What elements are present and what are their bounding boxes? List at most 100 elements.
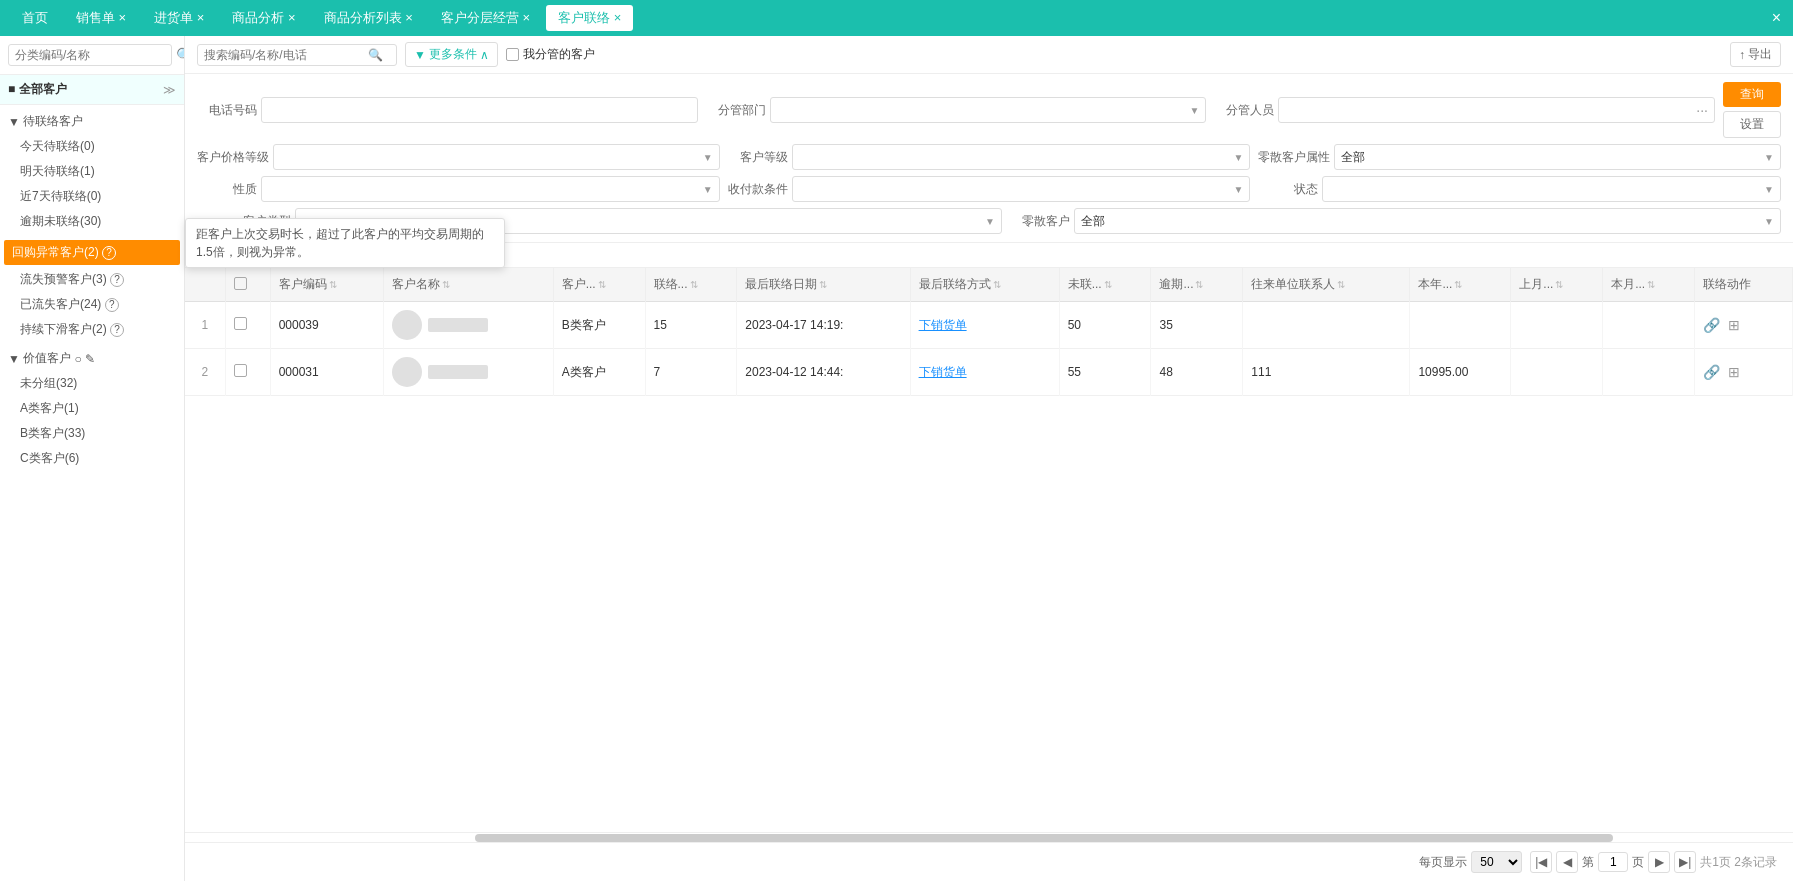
first-page-button[interactable]: |◀ — [1530, 851, 1552, 873]
page-number-input[interactable] — [1598, 852, 1628, 872]
value-edit-icon2[interactable]: ✎ — [85, 352, 95, 366]
gender-input[interactable]: ▼ — [261, 176, 720, 202]
prev-page-button[interactable]: ◀ — [1556, 851, 1578, 873]
row1-link-icon[interactable]: 🔗 — [1703, 317, 1720, 333]
per-page-select[interactable]: 50 100 200 — [1471, 851, 1522, 873]
sidebar-repurchase-item[interactable]: 回购异常客户(2) ? — [4, 240, 180, 265]
filter-search-input[interactable] — [204, 48, 364, 62]
td-contact-2: 7 — [645, 349, 737, 396]
export-button[interactable]: ↑ 导出 — [1730, 42, 1781, 67]
sidebar-collapse-icon[interactable]: ≫ — [163, 83, 176, 97]
row2-method-link[interactable]: 下销货单 — [919, 365, 967, 379]
dept-label: 分管部门 — [706, 102, 766, 119]
sidebar-pending-group: ▼ 待联络客户 今天待联络(0) 明天待联络(1) 近7天待联络(0) 逾期未联… — [0, 105, 184, 238]
row1-checkbox[interactable] — [234, 317, 247, 330]
th-name[interactable]: 客户名称⇅ — [383, 268, 553, 302]
td-checkbox-2[interactable] — [225, 349, 270, 396]
th-overdue[interactable]: 逾期...⇅ — [1151, 268, 1243, 302]
retail-attr-dropdown: ▼ — [1764, 152, 1774, 163]
row1-grid-icon[interactable]: ⊞ — [1728, 317, 1740, 333]
row2-link-icon[interactable]: 🔗 — [1703, 364, 1720, 380]
nav-customer-segment[interactable]: 客户分层经营 × — [429, 5, 542, 31]
pending-arrow: ▼ — [8, 115, 20, 129]
sidebar-item-overdue[interactable]: 逾期未联络(30) — [0, 209, 184, 234]
filter-actions: 查询 设置 — [1723, 82, 1781, 138]
td-last-method-2[interactable]: 下销货单 — [910, 349, 1059, 396]
per-page-label: 每页显示 — [1419, 854, 1467, 871]
nav-purchase[interactable]: 进货单 × — [142, 5, 216, 31]
nav-home[interactable]: 首页 — [10, 5, 60, 31]
next-page-button[interactable]: ▶ — [1648, 851, 1670, 873]
th-contact[interactable]: 联络...⇅ — [645, 268, 737, 302]
td-checkbox-1[interactable] — [225, 302, 270, 349]
filter-price-level: 客户价格等级 ▼ — [197, 144, 720, 170]
status-input[interactable]: ▼ — [1322, 176, 1781, 202]
sidebar-item-tomorrow[interactable]: 明天待联络(1) — [0, 159, 184, 184]
td-code-1: 000039 — [270, 302, 383, 349]
retail-customer-input[interactable]: 全部▼ — [1074, 208, 1781, 234]
td-last-method-1[interactable]: 下销货单 — [910, 302, 1059, 349]
th-this-year[interactable]: 本年...⇅ — [1410, 268, 1511, 302]
td-year-1 — [1410, 302, 1511, 349]
row1-method-link[interactable]: 下销货单 — [919, 318, 967, 332]
row2-checkbox[interactable] — [234, 364, 247, 377]
sidebar-search-input[interactable] — [8, 44, 172, 66]
price-level-input[interactable]: ▼ — [273, 144, 720, 170]
customer-level-input[interactable]: ▼ — [792, 144, 1251, 170]
filter-customer-level: 客户等级 ▼ — [728, 144, 1251, 170]
th-checkbox[interactable] — [225, 268, 270, 302]
repurchase-help-icon[interactable]: ? — [102, 246, 116, 260]
sidebar-item-today[interactable]: 今天待联络(0) — [0, 134, 184, 159]
sidebar-value-a[interactable]: A类客户(1) — [0, 396, 184, 421]
th-last-contact-method[interactable]: 最后联络方式⇅ — [910, 268, 1059, 302]
sidebar-value-c[interactable]: C类客户(6) — [0, 446, 184, 471]
nav-analysis-list[interactable]: 商品分析列表 × — [312, 5, 425, 31]
sidebar-all-customers[interactable]: ■ 全部客户 ≫ — [0, 75, 184, 105]
window-close-button[interactable]: × — [1772, 9, 1781, 27]
filter-search-icon[interactable]: 🔍 — [368, 48, 383, 62]
last-page-button[interactable]: ▶| — [1674, 851, 1696, 873]
header-checkbox[interactable] — [234, 277, 247, 290]
sidebar-search-area: 🔍 — [0, 36, 184, 75]
value-edit-icon[interactable]: ○ — [75, 352, 82, 366]
th-this-month[interactable]: 本月...⇅ — [1603, 268, 1695, 302]
sidebar-value-ungroup[interactable]: 未分组(32) — [0, 371, 184, 396]
sidebar-lost-warning[interactable]: 流失预警客户(3) ? — [0, 267, 184, 292]
th-unpaid-label: 未联... — [1068, 276, 1102, 293]
sidebar-search-icon[interactable]: 🔍 — [176, 47, 185, 63]
th-last-contact-date[interactable]: 最后联络日期⇅ — [737, 268, 910, 302]
horizontal-scrollbar[interactable] — [185, 832, 1793, 842]
my-customers-checkbox[interactable] — [506, 48, 519, 61]
main-layout: 🔍 ■ 全部客户 ≫ ▼ 待联络客户 今天待联络(0) 明天待联络(1) 近7天… — [0, 36, 1793, 881]
page-navigation: |◀ ◀ 第 页 ▶ ▶| 共1页 2条记录 — [1530, 851, 1777, 873]
th-unit-contact[interactable]: 往来单位联系人⇅ — [1243, 268, 1410, 302]
filter-more-button[interactable]: ▼ 更多条件 ∧ — [405, 42, 498, 67]
dept-input[interactable]: ▼ — [770, 97, 1207, 123]
th-type[interactable]: 客户...⇅ — [553, 268, 645, 302]
td-unit-1 — [1243, 302, 1410, 349]
top-navigation: 首页 销售单 × 进货单 × 商品分析 × 商品分析列表 × 客户分层经营 × … — [0, 0, 1793, 36]
row2-grid-icon[interactable]: ⊞ — [1728, 364, 1740, 380]
sidebar-value-b[interactable]: B类客户(33) — [0, 421, 184, 446]
payment-input[interactable]: ▼ — [792, 176, 1251, 202]
my-customers-filter[interactable]: 我分管的客户 — [506, 46, 595, 63]
sidebar-value-header[interactable]: ▼ 价值客户 ○ ✎ — [0, 346, 184, 371]
sidebar-already-lost[interactable]: 已流失客户(24) ? — [0, 292, 184, 317]
sidebar-declining[interactable]: 持续下滑客户(2) ? — [0, 317, 184, 342]
td-contact-1: 15 — [645, 302, 737, 349]
setting-button[interactable]: 设置 — [1723, 111, 1781, 138]
person-input[interactable]: ··· — [1278, 97, 1715, 123]
th-unpaid[interactable]: 未联...⇅ — [1059, 268, 1151, 302]
phone-input[interactable] — [261, 97, 698, 123]
sidebar-pending-header[interactable]: ▼ 待联络客户 — [0, 109, 184, 134]
sidebar-item-7days[interactable]: 近7天待联络(0) — [0, 184, 184, 209]
th-code[interactable]: 客户编码⇅ — [270, 268, 383, 302]
nav-sales[interactable]: 销售单 × — [64, 5, 138, 31]
retail-attr-input[interactable]: 全部▼ — [1334, 144, 1781, 170]
scrollbar-thumb[interactable] — [475, 834, 1613, 842]
nav-analysis[interactable]: 商品分析 × — [220, 5, 307, 31]
th-last-month[interactable]: 上月...⇅ — [1511, 268, 1603, 302]
nav-customer-contact[interactable]: 客户联络 × — [546, 5, 633, 31]
td-code-2: 000031 — [270, 349, 383, 396]
query-button[interactable]: 查询 — [1723, 82, 1781, 107]
